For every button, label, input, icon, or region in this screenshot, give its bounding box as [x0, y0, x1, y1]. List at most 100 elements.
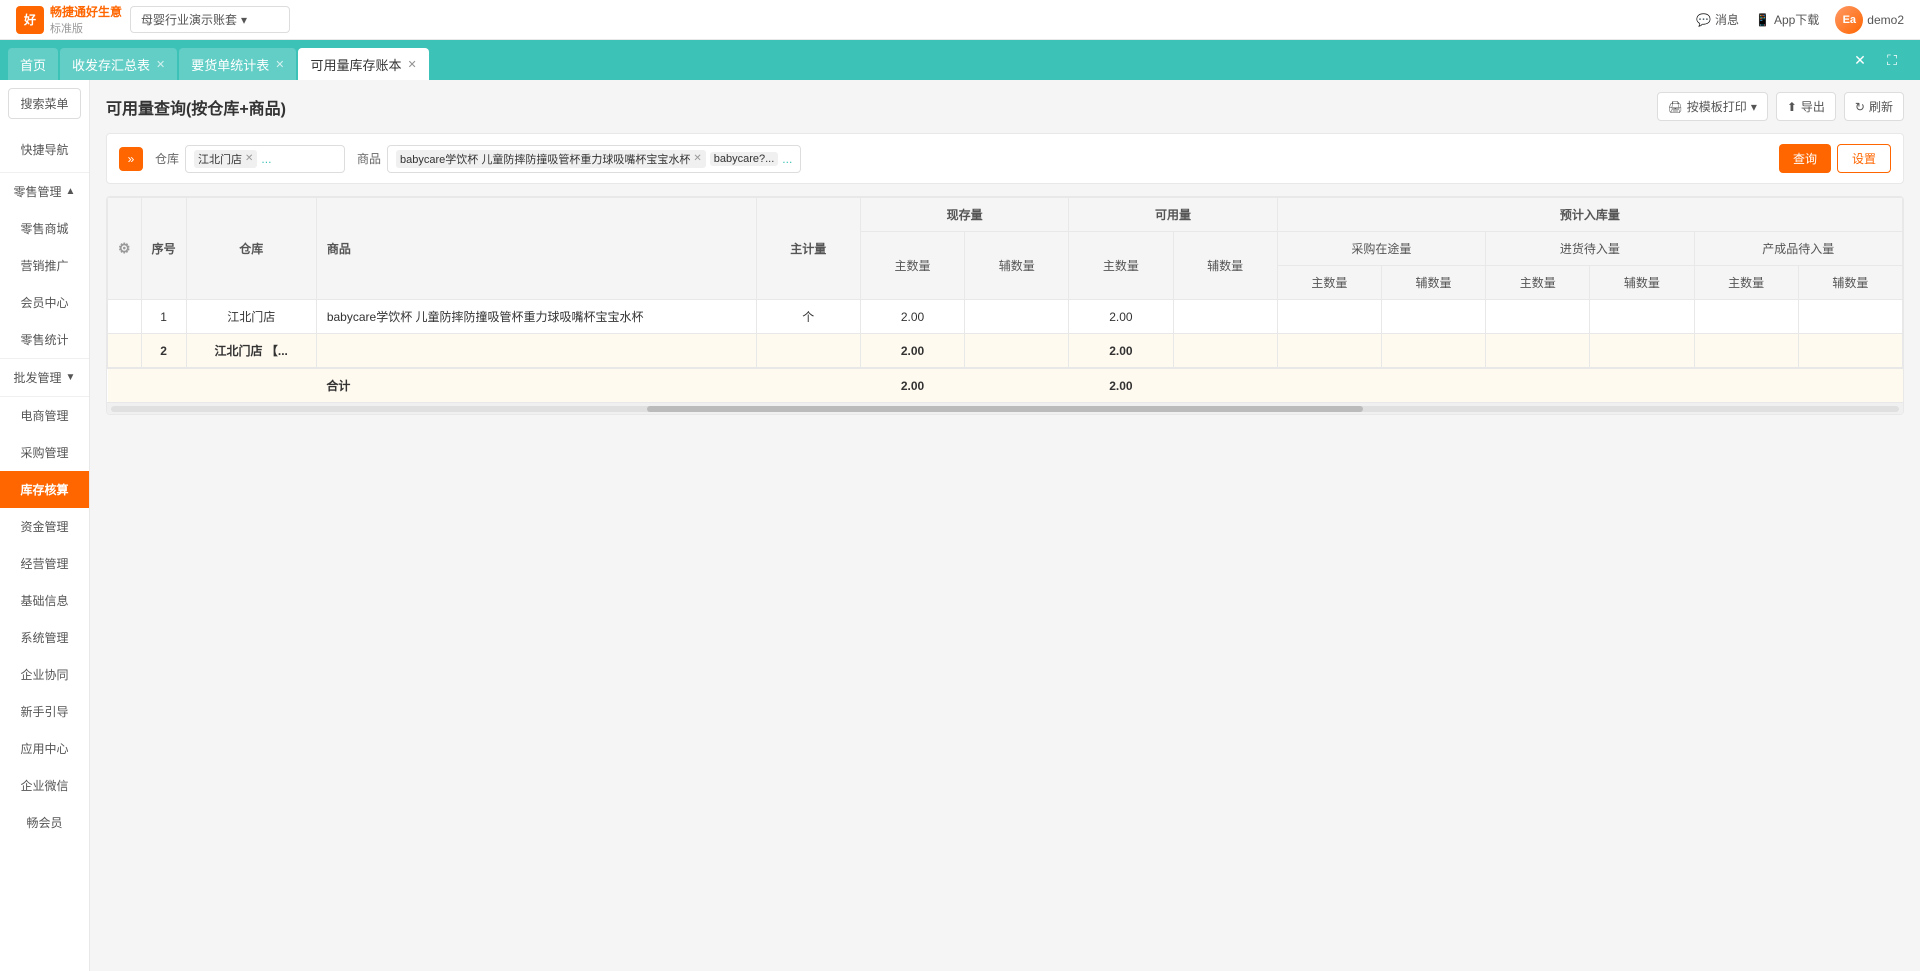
row1-purchase-aux: [1381, 300, 1485, 334]
tab-order-stats-close[interactable]: ✕: [275, 58, 284, 71]
summary-purchase-main: [1277, 368, 1381, 402]
th-product: 商品: [316, 198, 756, 300]
tab-available-stock-close[interactable]: ✕: [408, 58, 417, 71]
sidebar-system-label: 系统管理: [20, 629, 68, 646]
sidebar-retail-stats-label: 零售统计: [20, 331, 68, 348]
th-inbound-aux: 辅数量: [1590, 266, 1694, 300]
sidebar-retail-mgmt-arrow: ▲: [66, 186, 76, 197]
th-product-pending: 产成品待入量: [1694, 232, 1902, 266]
sidebar-item-basic-info[interactable]: 基础信息: [0, 582, 89, 619]
summary-label: 合计: [316, 368, 756, 402]
row1-main-unit: 个: [756, 300, 860, 334]
sidebar-quicknav-btn[interactable]: 快捷导航: [8, 135, 81, 164]
industry-select[interactable]: 母婴行业演示账套 ▾: [130, 6, 290, 33]
main-layout: 搜索菜单 快捷导航 零售管理 ▲ 零售商城 营销推广 会员中心 零售统计: [0, 80, 1920, 971]
row1-avail-aux: [1173, 300, 1277, 334]
product-tag2: babycare?...: [710, 152, 779, 166]
th-main-unit: 主计量: [756, 198, 860, 300]
product-more-dots[interactable]: ...: [782, 152, 792, 166]
sidebar-retail-mgmt-label: 零售管理: [14, 183, 62, 200]
tab-order-stats[interactable]: 要货单统计表 ✕: [179, 48, 296, 80]
row2-main-unit: [756, 334, 860, 369]
summary-no: [141, 368, 186, 402]
th-purchase-main: 主数量: [1277, 266, 1381, 300]
row1-product-main: [1694, 300, 1798, 334]
sidebar-item-wholesale-mgmt[interactable]: 批发管理 ▼: [0, 359, 89, 396]
sidebar-item-purchase[interactable]: 采购管理: [0, 434, 89, 471]
refresh-btn[interactable]: ↻ 刷新: [1844, 92, 1904, 121]
summary-warehouse: [186, 368, 316, 402]
product-tag1: babycare学饮杯 儿童防摔防撞吸管杯重力球吸嘴杯宝宝水杯 ✕: [396, 150, 706, 168]
product-tag1-close[interactable]: ✕: [693, 153, 701, 164]
sidebar-enterprise-wechat-label: 企业微信: [20, 777, 68, 794]
export-label: 导出: [1801, 98, 1825, 115]
summary-product-aux: [1798, 368, 1902, 402]
sidebar-item-member-center[interactable]: 会员中心: [0, 284, 89, 321]
warehouse-tag-close[interactable]: ✕: [245, 153, 253, 164]
row2-inbound-main: [1486, 334, 1590, 369]
th-product-main: 主数量: [1694, 266, 1798, 300]
tab-receive-summary[interactable]: 收发存汇总表 ✕: [60, 48, 177, 80]
tab-bar: 首页 收发存汇总表 ✕ 要货单统计表 ✕ 可用量库存账本 ✕ ✕ ⛶: [0, 40, 1920, 80]
sidebar: 搜索菜单 快捷导航 零售管理 ▲ 零售商城 营销推广 会员中心 零售统计: [0, 80, 90, 971]
sidebar-item-system[interactable]: 系统管理: [0, 619, 89, 656]
tab-maximize-btn[interactable]: ⛶: [1880, 48, 1904, 72]
user-area[interactable]: Ea demo2: [1835, 6, 1904, 34]
row2-avail-main: 2.00: [1069, 334, 1173, 369]
product-label: 商品: [357, 150, 381, 167]
warehouse-input[interactable]: 江北门店 ✕ ...: [185, 145, 345, 173]
sidebar-item-enterprise-collab[interactable]: 企业协同: [0, 656, 89, 693]
avatar: Ea: [1835, 6, 1863, 34]
tab-receive-summary-close[interactable]: ✕: [156, 58, 165, 71]
export-btn[interactable]: ⬆ 导出: [1776, 92, 1836, 121]
message-btn[interactable]: 💬 消息: [1696, 11, 1739, 28]
tab-close-all-btn[interactable]: ✕: [1848, 48, 1872, 72]
sidebar-item-ecommerce[interactable]: 电商管理: [0, 397, 89, 434]
sidebar-item-ops[interactable]: 经营管理: [0, 545, 89, 582]
th-settings: ⚙: [108, 198, 142, 300]
query-btn[interactable]: 查询: [1779, 144, 1831, 173]
sidebar-item-retail-mall[interactable]: 零售商城: [0, 210, 89, 247]
sidebar-item-new-guide[interactable]: 新手引导: [0, 693, 89, 730]
row1-inbound-main: [1486, 300, 1590, 334]
sidebar-retail-mall-label: 零售商城: [20, 220, 68, 237]
sidebar-item-inventory[interactable]: 库存核算: [0, 471, 89, 508]
row2-avail-aux: [1173, 334, 1277, 369]
industry-select-text: 母婴行业演示账套: [141, 11, 237, 28]
sidebar-item-finance[interactable]: 资金管理: [0, 508, 89, 545]
sidebar-item-marketing[interactable]: 营销推广: [0, 247, 89, 284]
tab-home[interactable]: 首页: [8, 48, 58, 80]
print-icon: 🖨: [1668, 100, 1683, 114]
product-input[interactable]: babycare学饮杯 儿童防摔防撞吸管杯重力球吸嘴杯宝宝水杯 ✕ babyca…: [387, 145, 801, 173]
top-bar-right: 💬 消息 📱 App下载 Ea demo2: [1696, 6, 1904, 34]
sidebar-purchase-label: 采购管理: [20, 444, 68, 461]
th-current-main: 主数量: [860, 232, 964, 300]
sidebar-item-retail-stats[interactable]: 零售统计: [0, 321, 89, 358]
gear-icon[interactable]: ⚙: [118, 240, 131, 256]
horizontal-scrollbar[interactable]: [107, 402, 1903, 414]
page-actions: 🖨 按模板打印 ▾ ⬆ 导出 ↻ 刷新: [1657, 92, 1904, 121]
print-template-btn[interactable]: 🖨 按模板打印 ▾: [1657, 92, 1768, 121]
sidebar-item-vip[interactable]: 畅会员: [0, 804, 89, 841]
sidebar-item-enterprise-wechat[interactable]: 企业微信: [0, 767, 89, 804]
sidebar-item-retail-mgmt[interactable]: 零售管理 ▲: [0, 173, 89, 210]
top-bar: 好 畅捷通好生意 标准版 母婴行业演示账套 ▾ 💬 消息 📱 App下载 Ea …: [0, 0, 1920, 40]
page-header: 可用量查询(按仓库+商品) 🖨 按模板打印 ▾ ⬆ 导出 ↻ 刷新: [106, 92, 1904, 121]
product-tag1-text: babycare学饮杯 儿童防摔防撞吸管杯重力球吸嘴杯宝宝水杯: [400, 151, 690, 167]
summary-settings: [108, 368, 142, 402]
summary-product-main: [1694, 368, 1798, 402]
filter-expand-btn[interactable]: »: [119, 147, 143, 171]
sidebar-search-btn[interactable]: 搜索菜单: [8, 88, 81, 119]
sidebar-item-app-center[interactable]: 应用中心: [0, 730, 89, 767]
warehouse-more-dots[interactable]: ...: [261, 152, 271, 166]
tab-available-stock[interactable]: 可用量库存账本 ✕: [298, 48, 428, 80]
row1-purchase-main: [1277, 300, 1381, 334]
setting-btn[interactable]: 设置: [1837, 144, 1891, 173]
print-label: 按模板打印: [1687, 98, 1747, 115]
summary-avail-aux: [1173, 368, 1277, 402]
sidebar-app-center-label: 应用中心: [20, 740, 68, 757]
app-download-btn[interactable]: 📱 App下载: [1755, 11, 1819, 28]
warehouse-tag-text: 江北门店: [198, 151, 242, 167]
scrollbar-thumb[interactable]: [647, 406, 1362, 412]
row1-current-aux: [965, 300, 1069, 334]
